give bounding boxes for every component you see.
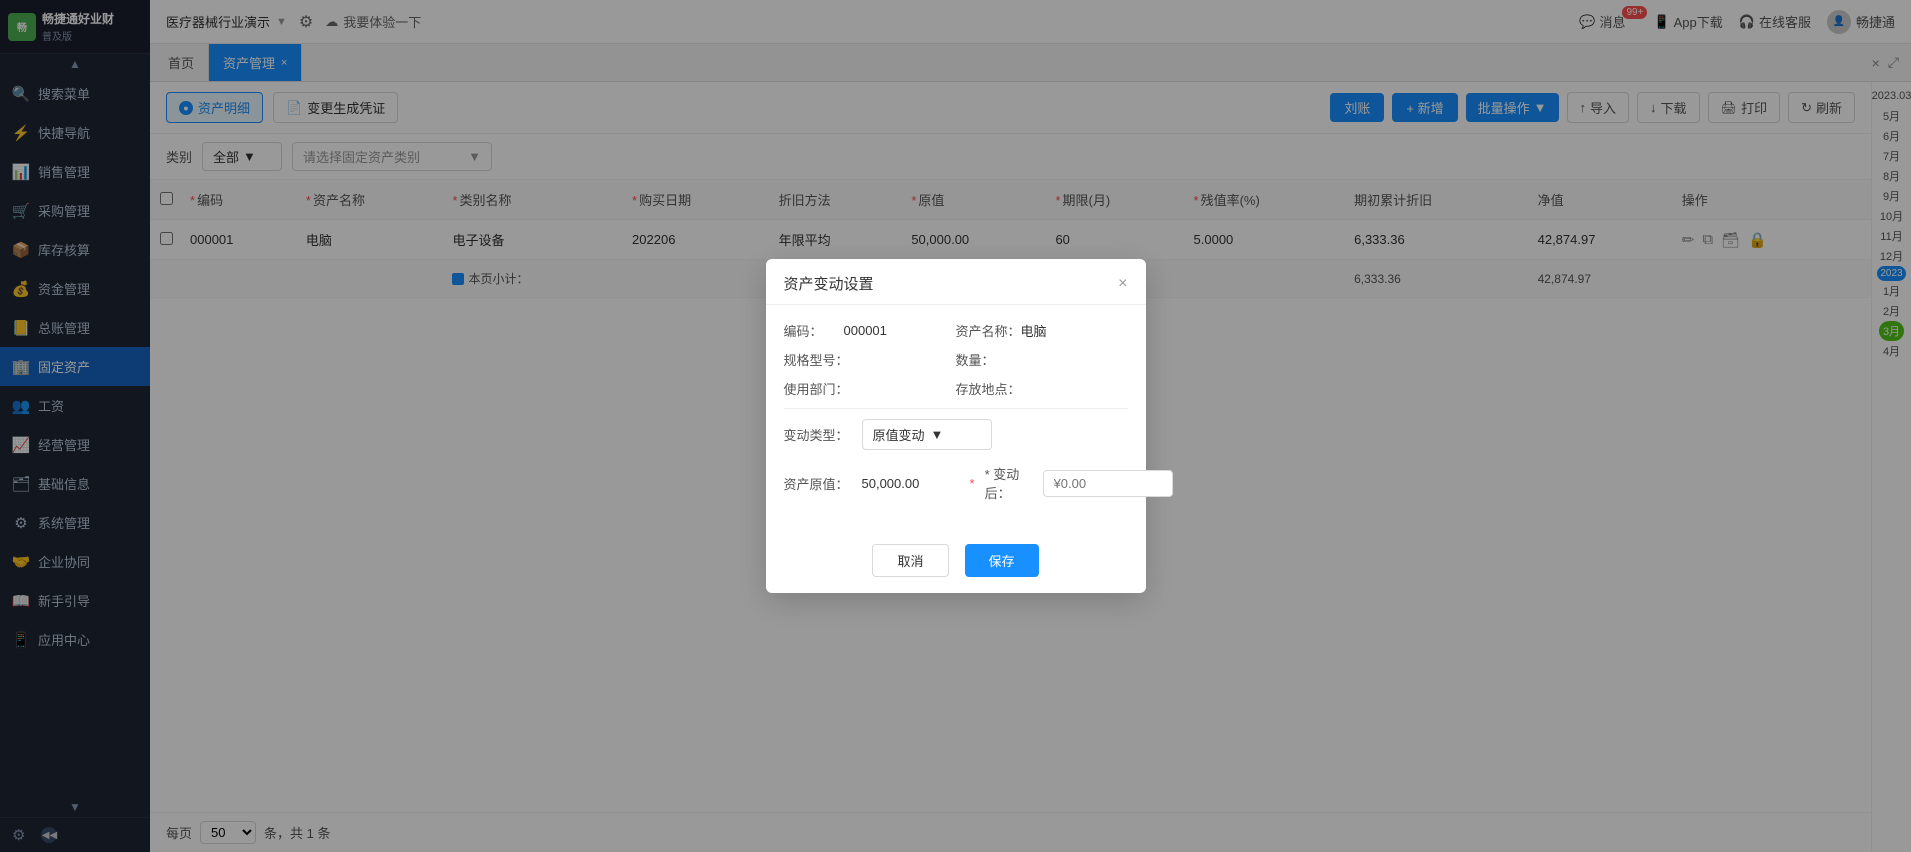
- dialog-row-2: 规格型号： 数量：: [784, 350, 1128, 369]
- code-label: 编码：: [784, 321, 844, 340]
- after-change-label: * 变动后：: [985, 464, 1035, 502]
- dialog-col-code: 编码： 000001: [784, 321, 956, 340]
- change-type-value: 原值变动: [873, 425, 925, 444]
- dialog-change-type-row: 变动类型： 原值变动 ▼: [784, 419, 1128, 450]
- dialog-col-dept: 使用部门：: [784, 379, 956, 398]
- modal-overlay: 资产变动设置 × 编码： 000001 资产名称： 电脑 规格型号：: [0, 0, 1911, 852]
- dialog-col-location: 存放地点：: [956, 379, 1128, 398]
- spec-label: 规格型号：: [784, 350, 849, 369]
- required-star: *: [970, 476, 975, 491]
- original-value-label: 资产原值：: [784, 474, 854, 493]
- dialog-divider: [784, 408, 1128, 409]
- dialog-row-3: 使用部门： 存放地点：: [784, 379, 1128, 398]
- asset-change-dialog: 资产变动设置 × 编码： 000001 资产名称： 电脑 规格型号：: [766, 259, 1146, 593]
- dialog-col-spec: 规格型号：: [784, 350, 956, 369]
- asset-name-label: 资产名称：: [956, 321, 1021, 340]
- save-button[interactable]: 保存: [965, 544, 1039, 577]
- dialog-body: 编码： 000001 资产名称： 电脑 规格型号： 数量：: [766, 305, 1146, 532]
- dialog-close-icon[interactable]: ×: [1118, 275, 1127, 293]
- original-value: 50,000.00: [862, 476, 962, 491]
- code-value: 000001: [844, 323, 887, 338]
- location-label: 存放地点：: [956, 379, 1021, 398]
- dialog-title: 资产变动设置: [784, 273, 874, 294]
- dialog-col-quantity: 数量：: [956, 350, 1128, 369]
- change-type-chevron-icon: ▼: [931, 427, 944, 442]
- dialog-value-row: 资产原值： 50,000.00 * * 变动后：: [784, 464, 1128, 502]
- change-type-label: 变动类型：: [784, 425, 854, 444]
- dialog-col-asset-name: 资产名称： 电脑: [956, 321, 1128, 340]
- after-change-input[interactable]: [1043, 470, 1173, 497]
- cancel-button[interactable]: 取消: [872, 544, 948, 577]
- dialog-footer: 取消 保存: [766, 532, 1146, 593]
- quantity-label: 数量：: [956, 350, 1016, 369]
- dialog-row-1: 编码： 000001 资产名称： 电脑: [784, 321, 1128, 340]
- asset-name-value: 电脑: [1021, 321, 1047, 340]
- dept-label: 使用部门：: [784, 379, 849, 398]
- change-type-select[interactable]: 原值变动 ▼: [862, 419, 992, 450]
- dialog-header: 资产变动设置 ×: [766, 259, 1146, 305]
